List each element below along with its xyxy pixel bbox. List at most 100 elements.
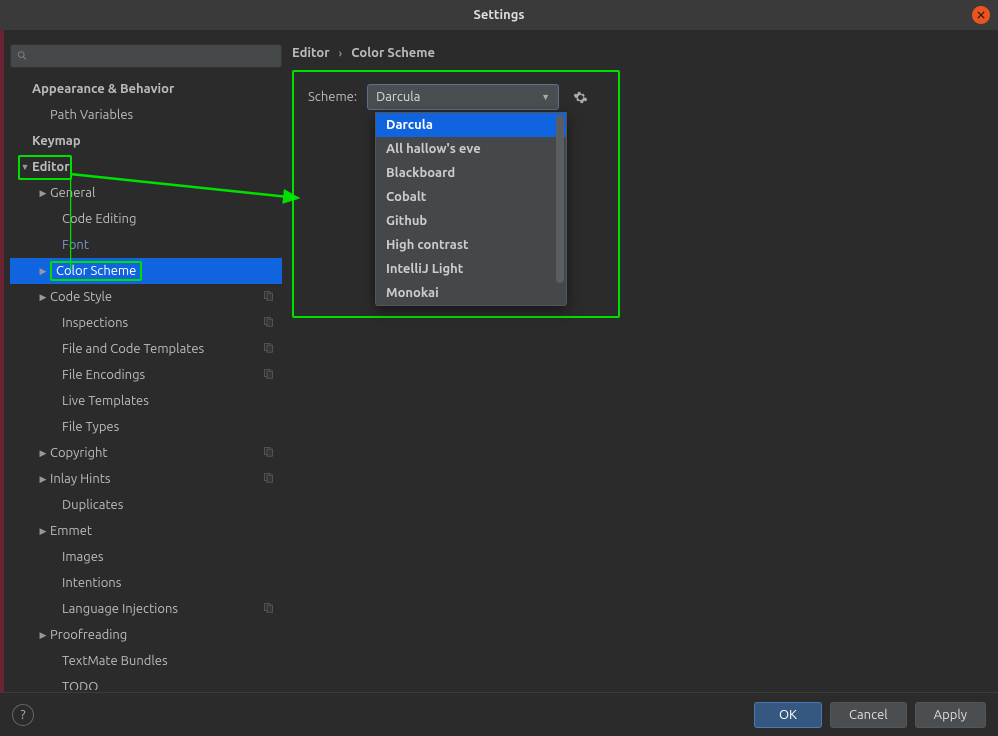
tree-item[interactable]: File Types bbox=[10, 414, 282, 440]
tree-item-label: Intentions bbox=[62, 576, 121, 590]
tree-item[interactable]: ▶Color Scheme bbox=[10, 258, 282, 284]
window-edge bbox=[0, 30, 4, 736]
scheme-label: Scheme: bbox=[308, 90, 357, 104]
tree-item[interactable]: Inspections bbox=[10, 310, 282, 336]
tree-item[interactable]: ▶Emmet bbox=[10, 518, 282, 544]
tree-item[interactable]: Live Templates bbox=[10, 388, 282, 414]
apply-button[interactable]: Apply bbox=[915, 702, 986, 728]
help-button[interactable]: ? bbox=[12, 704, 34, 726]
tree-item-label: Path Variables bbox=[50, 108, 133, 122]
tree-item-label: TODO bbox=[62, 680, 98, 690]
tree-item-label: General bbox=[50, 186, 95, 200]
search-box[interactable] bbox=[10, 44, 282, 68]
tree-arrow-icon: ▶ bbox=[38, 292, 48, 303]
scheme-value: Darcula bbox=[376, 90, 420, 104]
footer-buttons: OK Cancel Apply bbox=[754, 702, 986, 728]
settings-sidebar: Appearance & Behavior Path Variables Keyma… bbox=[10, 44, 282, 690]
tree-item[interactable]: File Encodings bbox=[10, 362, 282, 388]
breadcrumb-separator: › bbox=[339, 48, 342, 60]
dropdown-scrollbar[interactable] bbox=[556, 115, 564, 283]
per-project-icon bbox=[263, 290, 274, 304]
tree-item[interactable]: Images bbox=[10, 544, 282, 570]
tree-item[interactable]: ▶Copyright bbox=[10, 440, 282, 466]
scheme-dropdown-list[interactable]: DarculaAll hallow's eveBlackboardCobaltG… bbox=[375, 112, 567, 306]
tree-arrow-icon: ▶ bbox=[38, 448, 48, 459]
tree-item-label: Inlay Hints bbox=[50, 472, 111, 486]
tree-item[interactable]: Duplicates bbox=[10, 492, 282, 518]
tree-item[interactable]: ▶Code Style bbox=[10, 284, 282, 310]
tree-item[interactable]: ▼Editor bbox=[10, 154, 282, 180]
cancel-button[interactable]: Cancel bbox=[830, 702, 907, 728]
tree-item-label: Duplicates bbox=[62, 498, 123, 512]
tree-item-label: Inspections bbox=[62, 316, 128, 330]
footer: ? OK Cancel Apply bbox=[0, 692, 998, 736]
per-project-icon bbox=[263, 472, 274, 486]
annotation-highlight-box: Scheme: Darcula ▼ DarculaAll hallow's ev… bbox=[292, 70, 620, 318]
tree-item[interactable]: ▶General bbox=[10, 180, 282, 206]
dropdown-option[interactable]: Github bbox=[376, 209, 566, 233]
tree-item-label: Appearance & Behavior bbox=[32, 82, 174, 96]
tree-arrow-icon: ▶ bbox=[38, 188, 48, 199]
tree-item-label: File and Code Templates bbox=[62, 342, 204, 356]
window-title: Settings bbox=[473, 8, 524, 22]
tree-item-label: Images bbox=[62, 550, 104, 564]
tree-item[interactable]: Code Editing bbox=[10, 206, 282, 232]
tree-arrow-icon: ▶ bbox=[38, 630, 48, 641]
tree-item-label: Copyright bbox=[50, 446, 108, 460]
tree-item[interactable]: ▶Inlay Hints bbox=[10, 466, 282, 492]
scheme-settings-button[interactable] bbox=[569, 86, 591, 108]
tree-item[interactable]: Intentions bbox=[10, 570, 282, 596]
tree-arrow-icon: ▶ bbox=[38, 474, 48, 485]
chevron-down-icon: ▼ bbox=[541, 92, 550, 102]
scheme-dropdown[interactable]: Darcula ▼ bbox=[367, 84, 559, 110]
tree-item[interactable]: Appearance & Behavior bbox=[10, 76, 282, 102]
per-project-icon bbox=[263, 368, 274, 382]
breadcrumb-child: Color Scheme bbox=[351, 46, 435, 60]
tree-item[interactable]: Language Injections bbox=[10, 596, 282, 622]
tree-item-label: Keymap bbox=[32, 134, 81, 148]
search-icon bbox=[17, 50, 28, 62]
tree-item[interactable]: Path Variables bbox=[10, 102, 282, 128]
tree-arrow-icon: ▶ bbox=[38, 266, 48, 277]
per-project-icon bbox=[263, 446, 274, 460]
dropdown-option[interactable]: Blackboard bbox=[376, 161, 566, 185]
close-button[interactable] bbox=[972, 6, 990, 24]
dropdown-option[interactable]: IntelliJ Light bbox=[376, 257, 566, 281]
settings-tree[interactable]: Appearance & Behavior Path Variables Keyma… bbox=[10, 76, 282, 690]
per-project-icon bbox=[263, 316, 274, 330]
main-panel: Editor › Color Scheme Scheme: Darcula ▼ … bbox=[292, 44, 988, 690]
scheme-row: Scheme: Darcula ▼ bbox=[308, 84, 604, 110]
close-icon bbox=[977, 11, 985, 19]
tree-item-label: Emmet bbox=[50, 524, 92, 538]
tree-item-label: TextMate Bundles bbox=[62, 654, 168, 668]
dropdown-option[interactable]: All hallow's eve bbox=[376, 137, 566, 161]
tree-item[interactable]: File and Code Templates bbox=[10, 336, 282, 362]
per-project-icon bbox=[263, 602, 274, 616]
tree-item-label: File Encodings bbox=[62, 368, 145, 382]
tree-item[interactable]: TextMate Bundles bbox=[10, 648, 282, 674]
tree-item[interactable]: ▶Proofreading bbox=[10, 622, 282, 648]
dropdown-option[interactable]: Monokai bbox=[376, 281, 566, 305]
tree-item-label: Font bbox=[62, 238, 89, 252]
per-project-icon bbox=[263, 342, 274, 356]
tree-item-label: Proofreading bbox=[50, 628, 127, 642]
tree-item-label: Code Style bbox=[50, 290, 112, 304]
tree-arrow-icon: ▼ bbox=[20, 162, 30, 172]
content-area: Appearance & Behavior Path Variables Keyma… bbox=[0, 30, 998, 690]
dropdown-option[interactable]: Darcula bbox=[376, 113, 566, 137]
gear-icon bbox=[573, 90, 588, 105]
tree-item[interactable]: Keymap bbox=[10, 128, 282, 154]
breadcrumb: Editor › Color Scheme bbox=[292, 44, 988, 70]
tree-item-label: Editor bbox=[32, 160, 70, 174]
tree-arrow-icon: ▶ bbox=[38, 526, 48, 537]
search-input[interactable] bbox=[32, 50, 275, 63]
breadcrumb-parent: Editor bbox=[292, 46, 330, 60]
tree-item[interactable]: Font bbox=[10, 232, 282, 258]
tree-item-label: Live Templates bbox=[62, 394, 149, 408]
dropdown-option[interactable]: Cobalt bbox=[376, 185, 566, 209]
tree-item-label: Color Scheme bbox=[50, 261, 142, 281]
tree-item[interactable]: TODO bbox=[10, 674, 282, 690]
ok-button[interactable]: OK bbox=[754, 702, 822, 728]
tree-item-label: File Types bbox=[62, 420, 119, 434]
dropdown-option[interactable]: High contrast bbox=[376, 233, 566, 257]
